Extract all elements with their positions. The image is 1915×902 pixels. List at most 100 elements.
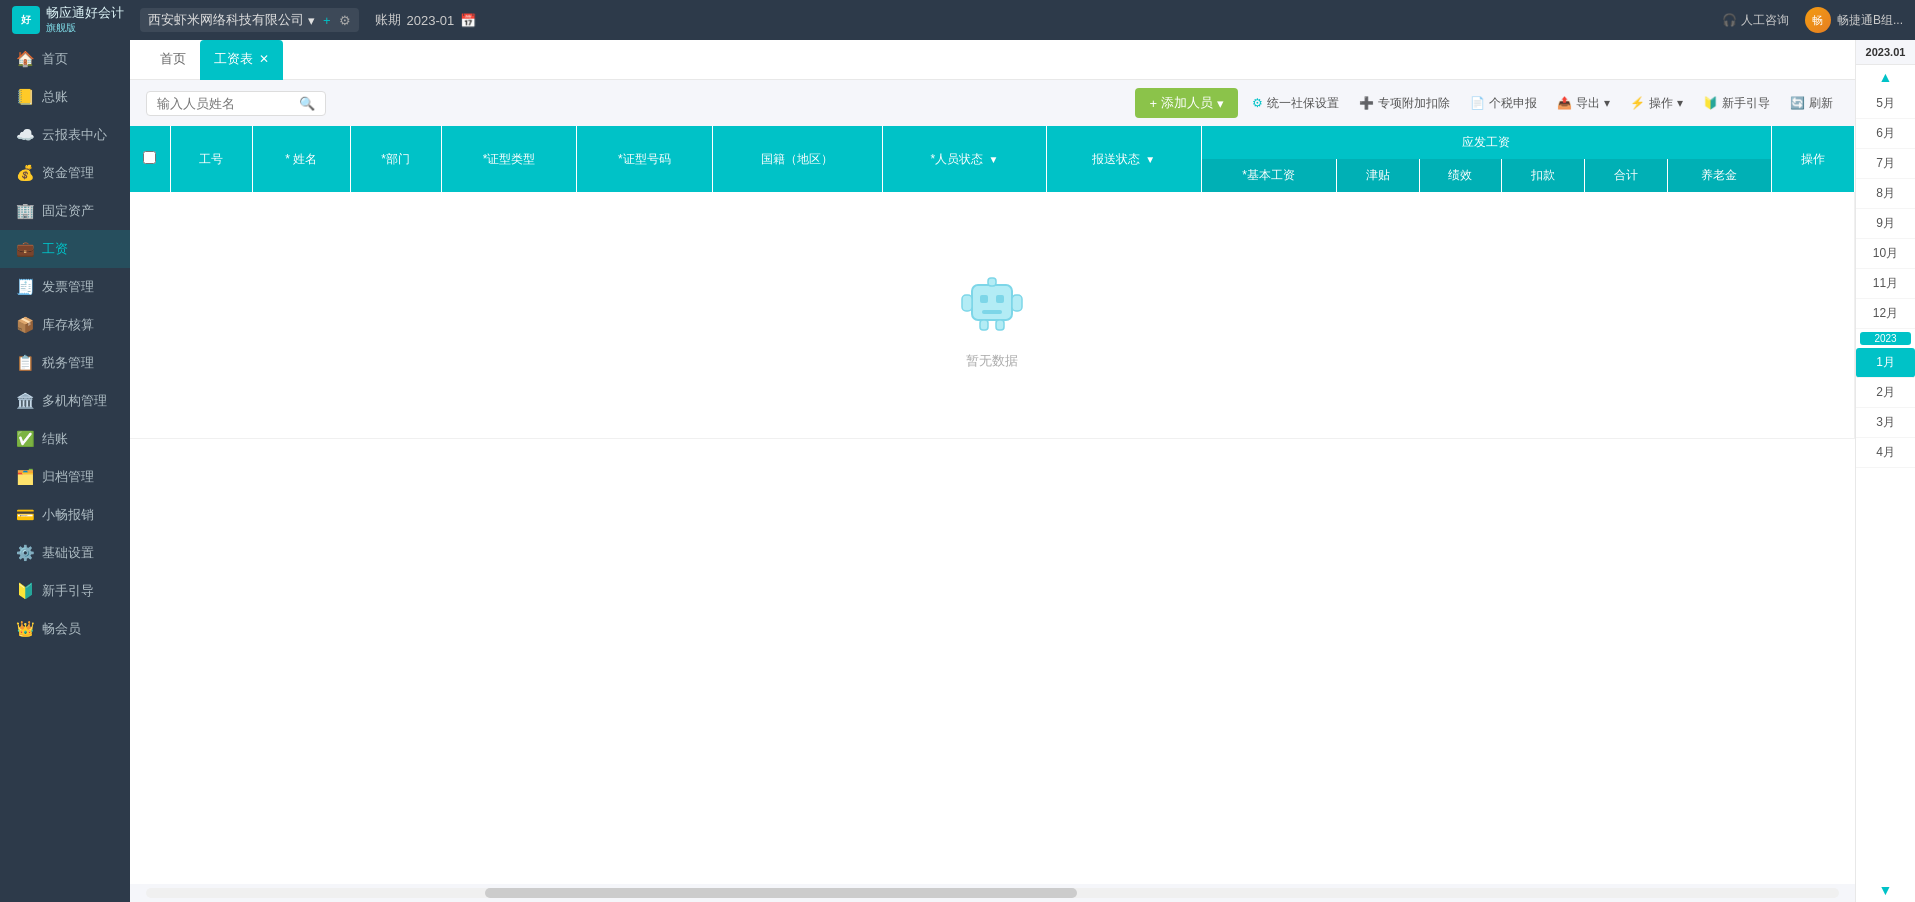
- th-operation: 操作: [1772, 126, 1855, 192]
- month-item-9[interactable]: 9月: [1856, 209, 1915, 239]
- month-item-4[interactable]: 4月: [1856, 438, 1915, 468]
- month-item-12[interactable]: 12月: [1856, 299, 1915, 329]
- social-security-btn[interactable]: ⚙ 统一社保设置: [1246, 91, 1345, 116]
- export-btn[interactable]: 📤 导出 ▾: [1551, 91, 1616, 116]
- add-person-button[interactable]: + 添加人员 ▾: [1135, 88, 1238, 118]
- sidebar-item-close[interactable]: ✅ 结账: [0, 420, 130, 458]
- table-container: 工号 * 姓名 *部门 *证型类型 *证型号码 国籍（地区） *人员状态 ▼ 报…: [130, 126, 1855, 884]
- sidebar-item-home[interactable]: 🏠 首页: [0, 40, 130, 78]
- sidebar-item-invoice[interactable]: 🧾 发票管理: [0, 268, 130, 306]
- status-filter-icon[interactable]: ▼: [989, 154, 999, 165]
- export-dropdown-icon: ▾: [1604, 96, 1610, 110]
- th-cert-no: *证型号码: [577, 126, 712, 192]
- sidebar-item-label: 固定资产: [42, 202, 94, 220]
- sidebar-item-archive[interactable]: 🗂️ 归档管理: [0, 458, 130, 496]
- period-value: 2023-01: [407, 13, 455, 28]
- op-icon: ⚡: [1630, 96, 1645, 110]
- horizontal-scrollbar[interactable]: [146, 888, 1839, 898]
- tax-icon: 📄: [1470, 96, 1485, 110]
- sidebar-item-cloud[interactable]: ☁️ 云报表中心: [0, 116, 130, 154]
- add-company-icon[interactable]: +: [323, 13, 331, 28]
- empty-text: 暂无数据: [966, 352, 1018, 370]
- header-period: 账期 2023-01 📅: [375, 11, 477, 29]
- scroll-down-btn[interactable]: ▼: [1856, 878, 1915, 902]
- month-item-1[interactable]: 1月: [1856, 348, 1915, 378]
- tax-report-btn[interactable]: 📄 个税申报: [1464, 91, 1543, 116]
- sidebar-item-settings[interactable]: ⚙️ 基础设置: [0, 534, 130, 572]
- scroll-up-btn[interactable]: ▲: [1856, 65, 1915, 89]
- search-box: 🔍: [146, 91, 326, 116]
- sidebar-item-vip[interactable]: 👑 畅会员: [0, 610, 130, 648]
- month-item-10[interactable]: 10月: [1856, 239, 1915, 269]
- guide-icon: 🔰: [1703, 96, 1718, 110]
- month-item-2[interactable]: 2月: [1856, 378, 1915, 408]
- tab-close-icon[interactable]: ✕: [259, 52, 269, 66]
- month-item-3[interactable]: 3月: [1856, 408, 1915, 438]
- svg-rect-8: [996, 320, 1004, 330]
- sidebar-item-salary[interactable]: 💼 工资: [0, 230, 130, 268]
- sidebar-item-label: 发票管理: [42, 278, 94, 296]
- svg-rect-5: [962, 295, 972, 311]
- special-deduction-btn[interactable]: ➕ 专项附加扣除: [1353, 91, 1456, 116]
- sidebar-item-expense[interactable]: 💳 小畅报销: [0, 496, 130, 534]
- sidebar-item-multi-org[interactable]: 🏛️ 多机构管理: [0, 382, 130, 420]
- sidebar-item-label: 资金管理: [42, 164, 94, 182]
- user-avatar-area[interactable]: 畅 畅捷通B组...: [1805, 7, 1903, 33]
- multi-org-icon: 🏛️: [16, 392, 34, 410]
- add-dropdown-icon: ▾: [1217, 96, 1224, 111]
- company-selector[interactable]: 西安虾米网络科技有限公司 ▾ + ⚙: [140, 8, 359, 32]
- content-area: 首页 工资表 ✕ 🔍 + 添加人员 ▾ ⚙ 统一社保设置 ➕: [130, 40, 1855, 902]
- sidebar-item-guide[interactable]: 🔰 新手引导: [0, 572, 130, 610]
- fund-icon: 💰: [16, 164, 34, 182]
- settings-icon[interactable]: ⚙: [339, 13, 351, 28]
- month-item-8[interactable]: 8月: [1856, 179, 1915, 209]
- sidebar-item-label: 归档管理: [42, 468, 94, 486]
- th-nationality: 国籍（地区）: [712, 126, 883, 192]
- th-base-salary: *基本工资: [1201, 159, 1336, 192]
- op-dropdown-icon: ▾: [1677, 96, 1683, 110]
- add-btn-label: 添加人员: [1161, 94, 1213, 112]
- sidebar-item-tax[interactable]: 📋 税务管理: [0, 344, 130, 382]
- sidebar-item-label: 小畅报销: [42, 506, 94, 524]
- search-input[interactable]: [157, 96, 293, 111]
- tax-icon: 📋: [16, 354, 34, 372]
- tab-home[interactable]: 首页: [146, 40, 200, 80]
- guide-btn[interactable]: 🔰 新手引导: [1697, 91, 1776, 116]
- guide-label: 新手引导: [1722, 95, 1770, 112]
- assets-icon: 🏢: [16, 202, 34, 220]
- month-item-11[interactable]: 11月: [1856, 269, 1915, 299]
- human-service-label: 人工咨询: [1741, 12, 1789, 29]
- svg-rect-1: [980, 295, 988, 303]
- sidebar-item-inventory[interactable]: 📦 库存核算: [0, 306, 130, 344]
- operation-btn[interactable]: ⚡ 操作 ▾: [1624, 91, 1689, 116]
- sidebar-item-fund[interactable]: 💰 资金管理: [0, 154, 130, 192]
- ledger-icon: 📒: [16, 88, 34, 106]
- month-item-6[interactable]: 6月: [1856, 119, 1915, 149]
- month-item-7[interactable]: 7月: [1856, 149, 1915, 179]
- th-report-status: 报送状态 ▼: [1046, 126, 1201, 192]
- tab-home-label: 首页: [160, 50, 186, 68]
- sidebar-item-label: 云报表中心: [42, 126, 107, 144]
- human-service-btn[interactable]: 🎧 人工咨询: [1722, 12, 1789, 29]
- scroll-thumb[interactable]: [485, 888, 1078, 898]
- th-allowance: 津贴: [1336, 159, 1419, 192]
- period-label: 账期: [375, 11, 401, 29]
- select-all-checkbox[interactable]: [143, 151, 156, 164]
- sidebar-item-assets[interactable]: 🏢 固定资产: [0, 192, 130, 230]
- month-item-5[interactable]: 5月: [1856, 89, 1915, 119]
- th-checkbox[interactable]: [130, 126, 170, 192]
- th-name: * 姓名: [253, 126, 350, 192]
- svg-rect-6: [1012, 295, 1022, 311]
- refresh-label: 刷新: [1809, 95, 1833, 112]
- report-filter-icon[interactable]: ▼: [1145, 154, 1155, 165]
- tab-bar: 首页 工资表 ✕: [130, 40, 1855, 80]
- headset-icon: 🎧: [1722, 13, 1737, 27]
- tab-salary-label: 工资表: [214, 50, 253, 68]
- sidebar-item-ledger[interactable]: 📒 总账: [0, 78, 130, 116]
- refresh-btn[interactable]: 🔄 刷新: [1784, 91, 1839, 116]
- sidebar-item-label: 基础设置: [42, 544, 94, 562]
- calendar-icon[interactable]: 📅: [460, 13, 476, 28]
- sidebar-item-label: 结账: [42, 430, 68, 448]
- guide-icon: 🔰: [16, 582, 34, 600]
- tab-salary[interactable]: 工资表 ✕: [200, 40, 283, 80]
